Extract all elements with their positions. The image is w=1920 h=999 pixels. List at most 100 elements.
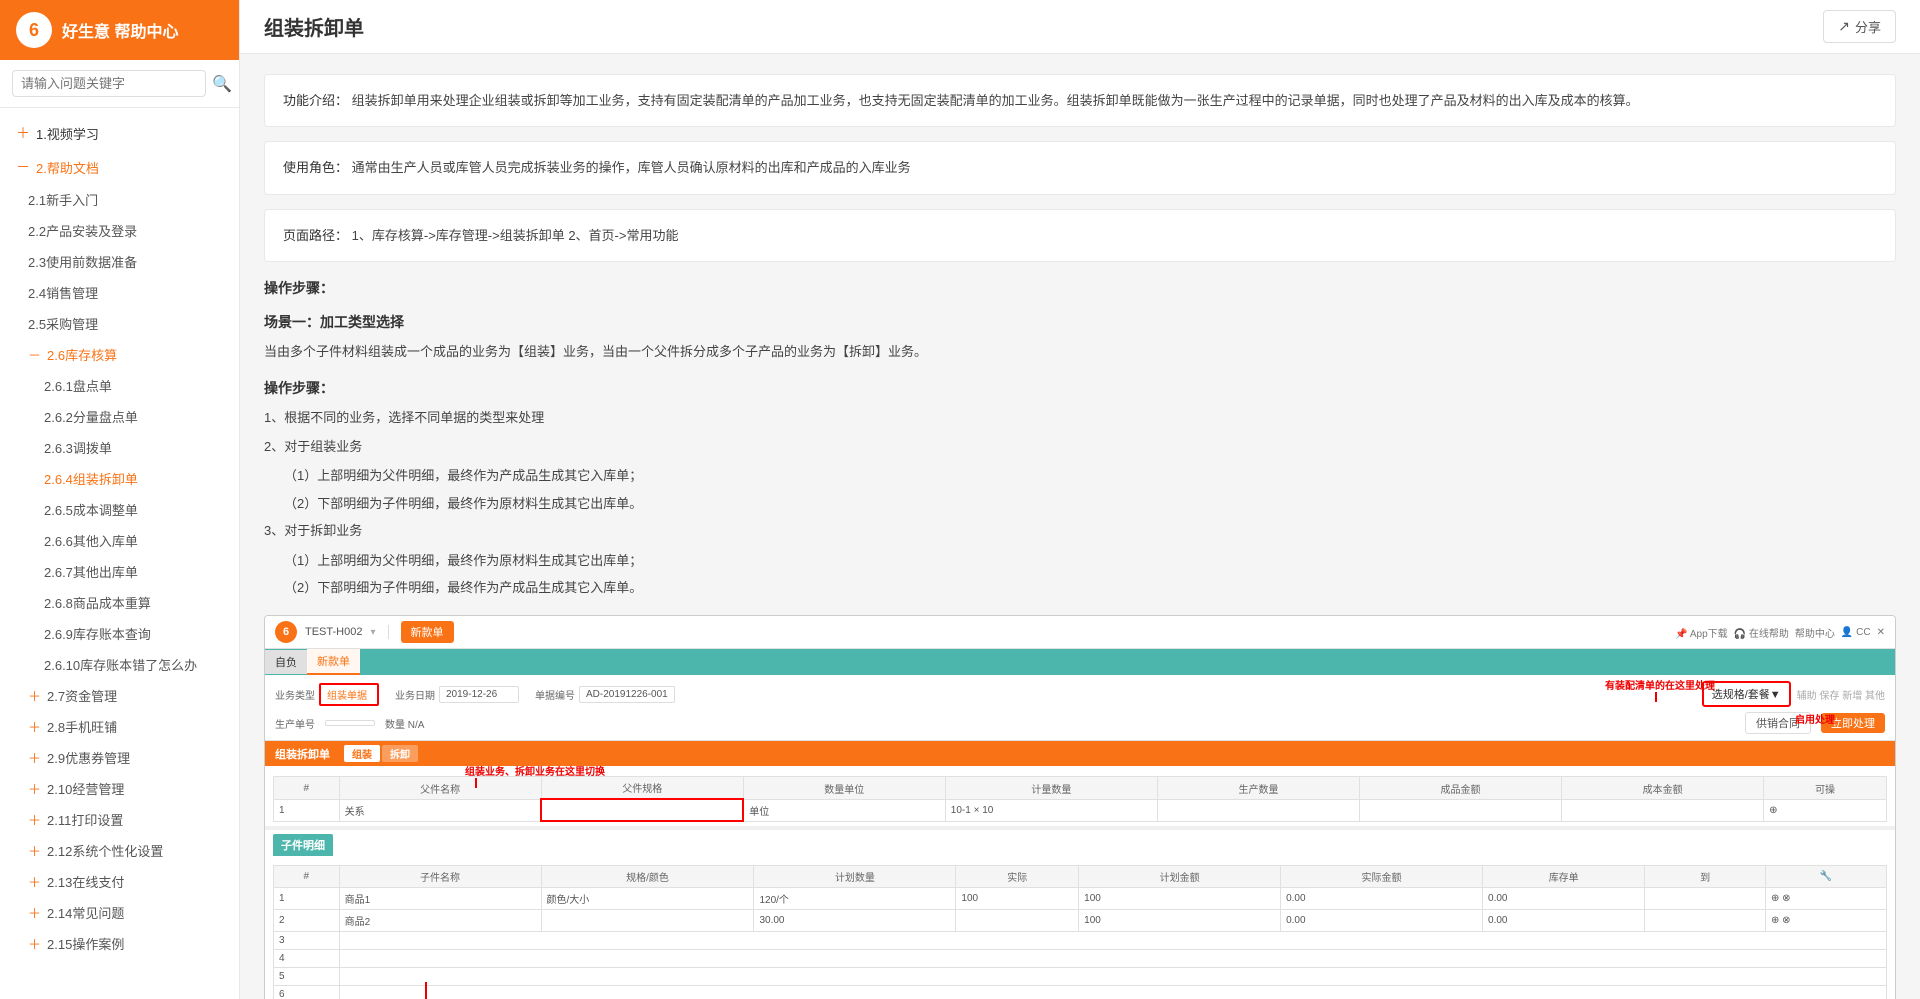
sidebar-item-2-6-8[interactable]: 2.6.8商品成本重算 — [0, 587, 239, 618]
screenshot-inner: 6 TEST-H002 ▾ 新款单 📌 App下载 🎧 在线帮助 帮助中心 👤 … — [265, 616, 1895, 999]
nav-item-label: 2.3使用前数据准备 — [28, 252, 137, 271]
intro-text: 组装拆卸单用来处理企业组装或拆卸等加工业务，支持有固定装配清单的产品加工业务，也… — [352, 93, 1639, 108]
table-row: 1 商品1 颜色/大小 120/个 100 100 0.00 0.00 ⊕ ⊗ — [274, 888, 1887, 910]
sidebar-item-2-6-2[interactable]: 2.6.2分量盘点单 — [0, 401, 239, 432]
sidebar-item-2-6-6[interactable]: 2.6.6其他入库单 — [0, 525, 239, 556]
mock-num-input[interactable]: AD-20191226-001 — [579, 686, 675, 703]
table-row: 3 — [274, 932, 1887, 950]
mock-child-table-section: 子件明细 # 子件名称 规格/颜色 计划数量 实际 计划金额 实际金额 — [265, 830, 1895, 999]
nav-item-label: 2.2产品安装及登录 — [28, 221, 137, 240]
sidebar-item-2-4[interactable]: 2.4销售管理 — [0, 277, 239, 308]
share-button[interactable]: ↗ 分享 — [1823, 10, 1896, 43]
intro-label: 功能介绍： — [283, 93, 348, 108]
mock-col-qty-plan: 计量数量 — [945, 777, 1157, 800]
nav-item-label: 2.6库存核算 — [47, 345, 117, 364]
step2-text: 2、对于组装业务 — [264, 435, 1896, 458]
mock-app-name: TEST-H002 — [305, 626, 362, 638]
mock-child-table: # 子件名称 规格/颜色 计划数量 实际 计划金额 实际金额 库存单 到 🔧 — [273, 865, 1887, 999]
mock-top-icons: 📌 App下载 🎧 在线帮助 帮助中心 👤 CC ✕ — [1675, 625, 1885, 640]
sidebar-item-2-1[interactable]: 2.1新手入门 — [0, 184, 239, 215]
share-icon: ↗ — [1838, 18, 1850, 35]
role-label: 使用角色： — [283, 160, 348, 175]
plus-icon: ＋ — [16, 123, 30, 143]
minus-icon-2-6: － — [28, 345, 41, 364]
nav-group-videos-title[interactable]: ＋ 1.视频学习 — [0, 116, 239, 150]
mock-col-cost1: 成品金额 — [1360, 777, 1562, 800]
intro-card: 功能介绍： 组装拆卸单用来处理企业组装或拆卸等加工业务，支持有固定装配清单的产品… — [264, 74, 1896, 127]
sidebar-item-2-3[interactable]: 2.3使用前数据准备 — [0, 246, 239, 277]
step3-sub1: （1）上部明细为父件明细，最终作为原材料生成其它出库单； — [284, 549, 1896, 572]
nav-sub-items-docs: 2.1新手入门 2.2产品安装及登录 2.3使用前数据准备 2.4销售管理 2.… — [0, 184, 239, 959]
sidebar-item-2-6-5[interactable]: 2.6.5成本调整单 — [0, 494, 239, 525]
mock-type-input[interactable]: 组装单据 — [319, 683, 379, 706]
plus-icon-2-10: ＋ — [28, 779, 41, 798]
sidebar-item-2-7[interactable]: ＋ 2.7资金管理 — [0, 680, 239, 711]
annotation-2: 组装业务、拆卸业务在这里切换 — [465, 763, 605, 788]
annotation-3: 启用处理 — [1795, 711, 1835, 726]
mock-col-cost2: 成本金额 — [1562, 777, 1764, 800]
plus-icon-2-12: ＋ — [28, 841, 41, 860]
mock-field-type: 业务类型 组装单据 — [275, 683, 379, 706]
mock-tab-home[interactable]: 自负 — [265, 650, 307, 674]
mock-toggle-disassemble[interactable]: 拆卸 — [382, 745, 418, 762]
table-row: 2 商品2 30.00 100 0.00 0.00 ⊕ ⊗ — [274, 910, 1887, 932]
plus-icon-2-15: ＋ — [28, 934, 41, 953]
sidebar-item-2-5[interactable]: 2.5采购管理 — [0, 308, 239, 339]
nav-item-label: 2.4销售管理 — [28, 283, 98, 302]
nav-group-docs-label: 2.帮助文档 — [36, 158, 99, 177]
sidebar-header: 6 好生意 帮助中心 — [0, 0, 239, 60]
sidebar-item-2-2[interactable]: 2.2产品安装及登录 — [0, 215, 239, 246]
sidebar-item-2-10[interactable]: ＋ 2.10经营管理 — [0, 773, 239, 804]
sidebar: 6 好生意 帮助中心 🔍 ＋ 1.视频学习 － 2.帮助文档 2.1新手入门 — [0, 0, 240, 999]
role-card: 使用角色： 通常由生产人员或库管人员完成拆装业务的操作，库管人员确认原材料的出库… — [264, 141, 1896, 194]
search-input[interactable] — [12, 70, 206, 97]
sidebar-item-2-6[interactable]: － 2.6库存核算 — [0, 339, 239, 370]
sidebar-item-2-9[interactable]: ＋ 2.9优惠券管理 — [0, 742, 239, 773]
step2-sub1: （1）上部明细为父件明细，最终作为产成品生成其它入库单； — [284, 464, 1896, 487]
sidebar-item-2-12[interactable]: ＋ 2.12系统个性化设置 — [0, 835, 239, 866]
mock-app-bar: 6 TEST-H002 ▾ 新款单 📌 App下载 🎧 在线帮助 帮助中心 👤 … — [265, 616, 1895, 649]
mock-select-config-btn[interactable]: 选规格/套餐▼ — [1702, 681, 1791, 707]
sidebar-item-2-6-4[interactable]: 2.6.4组装拆卸单 — [0, 463, 239, 494]
mock-section-container: 组装拆卸单 组装 拆卸 组装业务、拆卸业务在这里切换 — [265, 741, 1895, 766]
table-row: 4 — [274, 950, 1887, 968]
sidebar-item-2-6-10[interactable]: 2.6.10库存账本错了怎么办 — [0, 649, 239, 680]
main-content: 组装拆卸单 ↗ 分享 功能介绍： 组装拆卸单用来处理企业组装或拆卸等加工业务，支… — [240, 0, 1920, 999]
step3-sub2: （2）下部明细为子件明细，最终作为产成品生成其它入库单。 — [284, 576, 1896, 599]
screenshot-container: 6 TEST-H002 ▾ 新款单 📌 App下载 🎧 在线帮助 帮助中心 👤 … — [264, 615, 1896, 999]
content-area: 功能介绍： 组装拆卸单用来处理企业组装或拆卸等加工业务，支持有固定装配清单的产品… — [240, 54, 1920, 999]
sidebar-item-2-6-7[interactable]: 2.6.7其他出库单 — [0, 556, 239, 587]
sidebar-item-2-11[interactable]: ＋ 2.11打印设置 — [0, 804, 239, 835]
plus-icon-2-13: ＋ — [28, 872, 41, 891]
mock-child-header: 子件明细 — [273, 834, 333, 856]
sidebar-item-2-6-1[interactable]: 2.6.1盘点单 — [0, 370, 239, 401]
plus-icon-2-8: ＋ — [28, 717, 41, 736]
sidebar-item-2-6-9[interactable]: 2.6.9库存账本查询 — [0, 618, 239, 649]
plus-icon-2-14: ＋ — [28, 903, 41, 922]
plus-icon-2-11: ＋ — [28, 810, 41, 829]
sidebar-item-2-15[interactable]: ＋ 2.15操作案例 — [0, 928, 239, 959]
path-text: 1、库存核算->库存管理->组装拆卸单 2、首页->常用功能 — [352, 228, 679, 243]
app-logo: 6 — [16, 12, 52, 48]
sidebar-item-2-13[interactable]: ＋ 2.13在线支付 — [0, 866, 239, 897]
sidebar-item-2-8[interactable]: ＋ 2.8手机旺铺 — [0, 711, 239, 742]
table-row: 6 — [274, 986, 1887, 999]
mock-field-date: 业务日期 2019-12-26 — [395, 686, 519, 703]
mock-prod-num[interactable] — [325, 720, 375, 726]
mock-form-section: 业务类型 组装单据 业务日期 2019-12-26 单据编号 AD-201912… — [265, 675, 1895, 741]
scenario1-desc: 当由多个子件材料组装成一个成品的业务为【组装】业务，当由一个父件拆分成多个子产品… — [264, 340, 1896, 363]
nav-group-videos: ＋ 1.视频学习 — [0, 116, 239, 150]
mock-tab-new[interactable]: 新款单 — [307, 649, 360, 675]
sidebar-item-2-14[interactable]: ＋ 2.14常见问题 — [0, 897, 239, 928]
mock-date-input[interactable]: 2019-12-26 — [439, 686, 519, 703]
nav-group-videos-label: 1.视频学习 — [36, 124, 99, 143]
plus-icon-2-9: ＋ — [28, 748, 41, 767]
table-row: 5 — [274, 968, 1887, 986]
search-icon[interactable]: 🔍 — [212, 74, 232, 94]
sidebar-item-2-6-3[interactable]: 2.6.3调拨单 — [0, 432, 239, 463]
minus-icon: － — [16, 157, 30, 177]
mock-toggle-assemble[interactable]: 组装 — [344, 745, 380, 762]
step1-text: 1、根据不同的业务，选择不同单据的类型来处理 — [264, 406, 1896, 429]
search-box: 🔍 — [0, 60, 239, 108]
nav-group-docs-title[interactable]: － 2.帮助文档 — [0, 150, 239, 184]
